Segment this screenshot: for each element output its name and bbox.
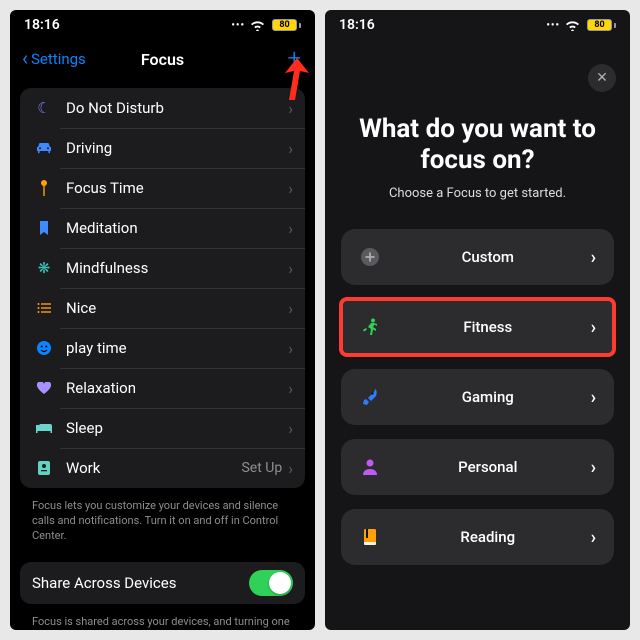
focus-label: play time	[66, 339, 288, 357]
focus-item-driving[interactable]: Driving ›	[20, 128, 305, 168]
chevron-right-icon: ›	[288, 99, 293, 118]
atom-icon: ❋	[32, 259, 56, 277]
battery-icon: 80	[587, 19, 616, 31]
chevron-right-icon: ›	[288, 139, 293, 158]
chevron-right-icon: ›	[288, 259, 293, 278]
back-button[interactable]: ‹ Settings	[22, 50, 86, 68]
rocket-icon	[359, 388, 381, 406]
status-bar: 18:16 ••• 80	[10, 10, 315, 40]
smiley-icon	[32, 341, 56, 355]
book-icon	[359, 529, 381, 545]
moon-icon: ☾	[32, 99, 56, 117]
battery-icon: 80	[272, 19, 301, 31]
option-label: Fitness	[385, 318, 591, 336]
close-icon: ✕	[596, 70, 608, 86]
heart-icon	[32, 382, 56, 394]
focus-label: Driving	[66, 139, 288, 157]
focus-item-sleep[interactable]: Sleep ›	[20, 408, 305, 448]
chevron-right-icon: ›	[288, 219, 293, 238]
focus-label: Focus Time	[66, 179, 288, 197]
focus-label: Sleep	[66, 419, 288, 437]
wifi-icon	[250, 20, 265, 31]
focus-list: ☾ Do Not Disturb › Driving › Focus Time …	[20, 88, 305, 488]
focus-options: Custom › Fitness › Gaming › Personal › R…	[325, 205, 630, 565]
bed-icon	[32, 423, 56, 433]
chevron-right-icon: ›	[591, 527, 596, 548]
badge-icon	[32, 461, 56, 475]
option-custom[interactable]: Custom ›	[341, 229, 614, 285]
share-toggle[interactable]	[249, 570, 293, 596]
chevron-right-icon: ›	[591, 317, 596, 338]
focus-label: Relaxation	[66, 379, 288, 397]
status-bar: 18:16 ••• 80	[325, 10, 630, 40]
option-label: Reading	[385, 528, 591, 546]
status-right: ••• 80	[546, 19, 616, 31]
pin-icon	[32, 180, 56, 196]
focus-label: Nice	[66, 299, 288, 317]
option-personal[interactable]: Personal ›	[341, 439, 614, 495]
focus-item-meditation[interactable]: Meditation ›	[20, 208, 305, 248]
battery-level: 80	[279, 20, 289, 30]
focus-label: Meditation	[66, 219, 288, 237]
chevron-left-icon: ‹	[22, 48, 28, 68]
wifi-icon	[565, 20, 580, 31]
hero-subtitle: Choose a Focus to get started.	[349, 186, 606, 201]
focus-trail: Set Up	[241, 460, 282, 476]
chevron-right-icon: ›	[591, 387, 596, 408]
chevron-right-icon: ›	[591, 457, 596, 478]
focus-item-focustime[interactable]: Focus Time ›	[20, 168, 305, 208]
list-icon	[32, 303, 56, 313]
bookmark-icon	[32, 221, 56, 235]
status-right: ••• 80	[231, 19, 301, 31]
nav-header: ‹ Settings Focus +	[10, 40, 315, 78]
close-button[interactable]: ✕	[588, 64, 616, 92]
chevron-right-icon: ›	[288, 459, 293, 478]
share-across-devices-row[interactable]: Share Across Devices	[20, 562, 305, 604]
chevron-right-icon: ›	[288, 419, 293, 438]
settings-focus-screen: 18:16 ••• 80 ‹ Settings Focus +	[10, 10, 315, 630]
status-time: 18:16	[339, 17, 375, 33]
option-reading[interactable]: Reading ›	[341, 509, 614, 565]
chevron-right-icon: ›	[288, 379, 293, 398]
focus-item-mindfulness[interactable]: ❋ Mindfulness ›	[20, 248, 305, 288]
option-fitness[interactable]: Fitness ›	[341, 299, 614, 355]
focus-item-relaxation[interactable]: Relaxation ›	[20, 368, 305, 408]
focus-item-dnd[interactable]: ☾ Do Not Disturb ›	[20, 88, 305, 128]
option-label: Gaming	[385, 388, 591, 406]
focus-item-nice[interactable]: Nice ›	[20, 288, 305, 328]
plus-circle-icon	[359, 248, 381, 266]
focus-label: Do Not Disturb	[66, 99, 288, 117]
share-footer-text: Focus is shared across your devices, and…	[20, 610, 305, 630]
wifi-dots-icon: •••	[231, 20, 245, 31]
back-label: Settings	[31, 50, 86, 68]
add-focus-button[interactable]: +	[287, 46, 301, 70]
option-label: Personal	[385, 458, 591, 476]
focus-footer-text: Focus lets you customize your devices an…	[20, 494, 305, 552]
chevron-right-icon: ›	[591, 247, 596, 268]
chevron-right-icon: ›	[288, 179, 293, 198]
choose-focus-screen: 18:16 ••• 80 ✕ What do you want to focus…	[325, 10, 630, 630]
focus-item-playtime[interactable]: play time ›	[20, 328, 305, 368]
car-icon	[32, 142, 56, 154]
status-time: 18:16	[24, 17, 60, 33]
focus-label: Work	[66, 459, 241, 477]
chevron-right-icon: ›	[288, 299, 293, 318]
hero: What do you want to focus on? Choose a F…	[325, 40, 630, 205]
person-icon	[359, 459, 381, 475]
runner-icon	[359, 318, 381, 336]
wifi-dots-icon: •••	[546, 20, 560, 31]
battery-level: 80	[594, 20, 604, 30]
hero-title: What do you want to focus on?	[349, 114, 606, 176]
share-section: Share Across Devices	[20, 562, 305, 604]
option-label: Custom	[385, 248, 591, 266]
focus-label: Mindfulness	[66, 259, 288, 277]
option-gaming[interactable]: Gaming ›	[341, 369, 614, 425]
share-label: Share Across Devices	[32, 574, 249, 592]
chevron-right-icon: ›	[288, 339, 293, 358]
focus-item-work[interactable]: Work Set Up ›	[20, 448, 305, 488]
